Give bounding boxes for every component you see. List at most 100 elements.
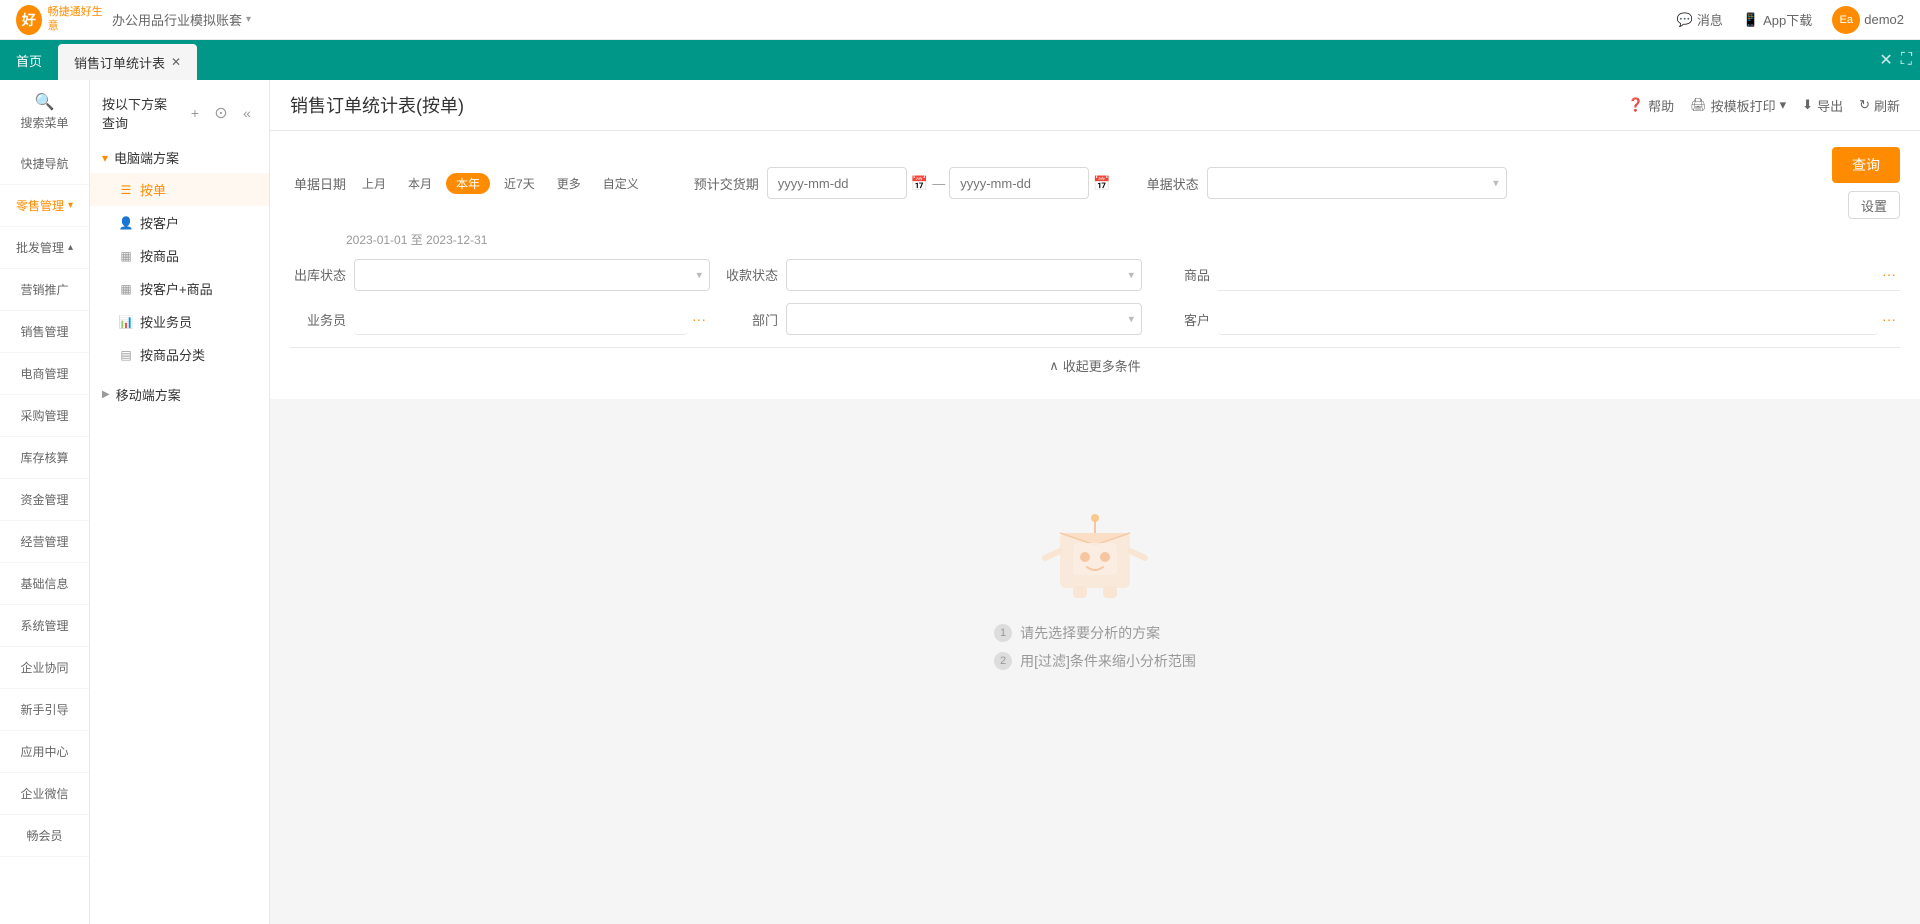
print-chevron-icon: ▾ bbox=[1780, 97, 1787, 113]
delivery-date-end[interactable] bbox=[949, 167, 1089, 199]
goods-more-icon[interactable]: ··· bbox=[1878, 266, 1900, 282]
help-button[interactable]: ❓ 帮助 bbox=[1628, 96, 1674, 115]
sidebar-item-wechat[interactable]: 企业微信 bbox=[0, 773, 89, 815]
scheme-item-by-customer-product[interactable]: ▦ 按客户+商品 bbox=[90, 272, 269, 305]
sidebar-item-marketing[interactable]: 营销推广 bbox=[0, 269, 89, 311]
custom-btn[interactable]: 自定义 bbox=[595, 173, 647, 194]
goods-input[interactable] bbox=[1218, 258, 1878, 290]
more-btn[interactable]: 更多 bbox=[549, 173, 589, 194]
app-download-button[interactable]: 📱 App下载 bbox=[1743, 10, 1812, 29]
avatar: Ea bbox=[1832, 6, 1860, 34]
filter-row-3: 业务员 ··· 部门 ▾ bbox=[290, 303, 1900, 335]
status-select[interactable] bbox=[1207, 167, 1507, 199]
scheme-panel-title: 按以下方案查询 bbox=[102, 94, 177, 132]
top-bar-right: 💬 消息 📱 App下载 Ea demo2 bbox=[1677, 6, 1904, 34]
chevron-down-icon: ▾ bbox=[68, 200, 73, 211]
sidebar-item-app-center[interactable]: 应用中心 bbox=[0, 731, 89, 773]
scheme-panel-icons: + ⊙ « bbox=[185, 103, 257, 123]
query-button[interactable]: 查询 bbox=[1832, 147, 1900, 183]
export-button[interactable]: ⬇ 导出 bbox=[1802, 96, 1843, 115]
scheme-item-by-customer[interactable]: 👤 按客户 bbox=[90, 206, 269, 239]
salesperson-more-icon[interactable]: ··· bbox=[688, 311, 710, 327]
sidebar-item-purchase[interactable]: 采购管理 bbox=[0, 395, 89, 437]
sidebar-item-ecommerce[interactable]: 电商管理 bbox=[0, 353, 89, 395]
sidebar-item-enterprise[interactable]: 企业协同 bbox=[0, 647, 89, 689]
customer-label: 客户 bbox=[1154, 310, 1210, 329]
collapse-scheme-panel-button[interactable]: « bbox=[237, 103, 257, 123]
top-bar-left: 好 畅捷通好生意 办公用品行业模拟账套 ▾ bbox=[16, 5, 251, 35]
edit-scheme-button[interactable]: ⊙ bbox=[211, 103, 231, 123]
sidebar-item-quick-nav[interactable]: 快捷导航 bbox=[0, 143, 89, 185]
tab-home[interactable]: 首页 bbox=[0, 40, 58, 80]
settings-button[interactable]: 设置 bbox=[1848, 191, 1900, 219]
payment-status-select[interactable] bbox=[786, 259, 1142, 291]
refresh-icon: ↻ bbox=[1859, 97, 1870, 113]
scheme-item-by-product[interactable]: ▦ 按商品 bbox=[90, 239, 269, 272]
scheme-item-by-salesperson[interactable]: 📊 按业务员 bbox=[90, 305, 269, 338]
customer-more-icon[interactable]: ··· bbox=[1878, 311, 1900, 327]
department-label: 部门 bbox=[722, 310, 778, 329]
message-icon: 💬 bbox=[1677, 12, 1693, 28]
export-icon: ⬇ bbox=[1802, 97, 1813, 113]
date-buttons: 上月 本月 本年 近7天 更多 自定义 bbox=[354, 173, 647, 194]
scheme-group-mobile-toggle[interactable]: ▶ 移动端方案 bbox=[90, 379, 269, 410]
expected-delivery-label: 预计交货期 bbox=[679, 174, 759, 193]
logo-area: 好 畅捷通好生意 bbox=[16, 5, 104, 35]
last-month-btn[interactable]: 上月 bbox=[354, 173, 394, 194]
tab-bar-actions: ✕ ⛶ bbox=[1879, 50, 1920, 70]
scheme-panel: 按以下方案查询 + ⊙ « ▾ 电脑端方案 ☰ 按单 👤 bbox=[90, 80, 270, 924]
bar-chart-icon: 📊 bbox=[118, 314, 134, 330]
date-filter-block: 单据日期 上月 本月 本年 近7天 更多 自定义 bbox=[290, 173, 647, 194]
chevron-up-icon: ∧ bbox=[1049, 358, 1059, 374]
sidebar-item-sales[interactable]: 销售管理 bbox=[0, 311, 89, 353]
sidebar-item-wholesale[interactable]: 批发管理 ▴ bbox=[0, 227, 89, 269]
add-scheme-button[interactable]: + bbox=[185, 103, 205, 123]
goods-label: 商品 bbox=[1154, 265, 1210, 284]
fullscreen-icon[interactable]: ⛶ bbox=[1901, 51, 1912, 69]
logo-icon: 好 bbox=[16, 5, 42, 35]
sidebar-item-newbie[interactable]: 新手引导 bbox=[0, 689, 89, 731]
department-block: 部门 ▾ bbox=[722, 303, 1142, 335]
customer-input[interactable] bbox=[1218, 303, 1878, 335]
scheme-group-pc-toggle[interactable]: ▾ 电脑端方案 bbox=[90, 142, 269, 173]
department-select[interactable] bbox=[786, 303, 1142, 335]
chevron-down-icon: ▾ bbox=[102, 151, 108, 165]
page-actions: ❓ 帮助 🖨 按模板打印 ▾ ⬇ 导出 ↻ 刷新 bbox=[1628, 96, 1900, 115]
salesperson-input[interactable] bbox=[354, 303, 688, 335]
sidebar-item-operations[interactable]: 经营管理 bbox=[0, 521, 89, 563]
status-filter-block: 单据状态 ▾ bbox=[1143, 167, 1820, 199]
print-button[interactable]: 🖨 按模板打印 ▾ bbox=[1690, 96, 1786, 115]
delivery-status-block: 出库状态 ▾ bbox=[290, 259, 710, 291]
print-icon: 🖨 bbox=[1690, 97, 1707, 113]
collapse-filter-bar[interactable]: ∧ 收起更多条件 bbox=[290, 347, 1900, 383]
sidebar-item-base[interactable]: 基础信息 bbox=[0, 563, 89, 605]
refresh-button[interactable]: ↻ 刷新 bbox=[1859, 96, 1900, 115]
filter-row-1: 单据日期 上月 本月 本年 近7天 更多 自定义 bbox=[290, 147, 1900, 219]
main-layout: 🔍 搜索菜单 快捷导航 零售管理 ▾ 批发管理 ▴ 营销推广 销售管理 电商管理… bbox=[0, 80, 1920, 924]
this-month-btn[interactable]: 本月 bbox=[400, 173, 440, 194]
mobile-icon: 📱 bbox=[1743, 12, 1759, 28]
page-title: 销售订单统计表(按单) bbox=[290, 92, 464, 118]
expected-delivery-block: 预计交货期 📅 — 📅 bbox=[679, 167, 1111, 199]
sidebar-item-retail[interactable]: 零售管理 ▾ bbox=[0, 185, 89, 227]
search-menu-button[interactable]: 🔍 搜索菜单 bbox=[0, 80, 89, 143]
this-year-btn[interactable]: 本年 bbox=[446, 173, 490, 194]
customer-block: 客户 ··· bbox=[1154, 303, 1900, 335]
delivery-status-select[interactable] bbox=[354, 259, 710, 291]
user-menu[interactable]: Ea demo2 bbox=[1832, 6, 1904, 34]
close-window-icon[interactable]: ✕ bbox=[1879, 50, 1892, 70]
sidebar-item-finance[interactable]: 资金管理 bbox=[0, 479, 89, 521]
last-7-days-btn[interactable]: 近7天 bbox=[496, 173, 543, 194]
scheme-item-by-order[interactable]: ☰ 按单 bbox=[90, 173, 269, 206]
chevron-right-icon: ▶ bbox=[102, 389, 110, 400]
sidebar-item-inventory[interactable]: 库存核算 bbox=[0, 437, 89, 479]
sidebar-item-member[interactable]: 畅会员 bbox=[0, 815, 89, 857]
nav-title[interactable]: 办公用品行业模拟账套 ▾ bbox=[112, 10, 251, 29]
tab-sales-order-stats[interactable]: 销售订单统计表 ✕ bbox=[58, 44, 197, 80]
filter-row-2: 出库状态 ▾ 收款状态 bbox=[290, 258, 1900, 291]
scheme-item-by-category[interactable]: ▤ 按商品分类 bbox=[90, 338, 269, 371]
message-button[interactable]: 💬 消息 bbox=[1677, 10, 1723, 29]
sidebar-item-system[interactable]: 系统管理 bbox=[0, 605, 89, 647]
tab-close-icon[interactable]: ✕ bbox=[171, 55, 181, 69]
delivery-date-start[interactable] bbox=[767, 167, 907, 199]
